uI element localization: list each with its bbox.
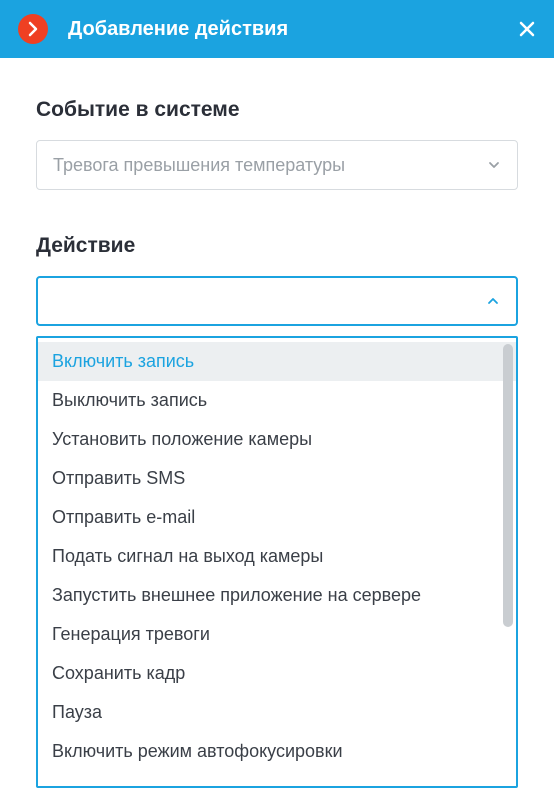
dialog-title: Добавление действия [68, 18, 288, 41]
action-option[interactable]: Установить положение камеры [38, 420, 516, 459]
action-label: Действие [36, 234, 518, 258]
action-dropdown: Включить записьВыключить записьУстановит… [36, 336, 518, 788]
action-option[interactable]: Пауза [38, 693, 516, 732]
event-select[interactable]: Тревога превышения температуры [36, 140, 518, 190]
close-icon [518, 20, 536, 38]
action-option[interactable]: Сохранить кадр [38, 654, 516, 693]
action-select[interactable] [36, 276, 518, 326]
action-option[interactable]: Отправить SMS [38, 459, 516, 498]
header-icon [18, 14, 48, 44]
action-option[interactable]: Включить запись [38, 342, 516, 381]
chevron-right-icon [25, 21, 41, 37]
action-option[interactable]: Подать сигнал на выход камеры [38, 537, 516, 576]
action-option[interactable]: Включить режим автофокусировки [38, 732, 516, 771]
action-option[interactable]: Запустить внешнее приложение на сервере [38, 576, 516, 615]
event-label: Событие в системе [36, 98, 518, 122]
dialog-header: Добавление действия [0, 0, 554, 58]
action-option[interactable]: Включить омыватель [38, 771, 516, 782]
scrollbar-thumb[interactable] [503, 344, 513, 627]
close-button[interactable] [518, 20, 536, 38]
scrollbar[interactable] [503, 344, 513, 780]
action-option[interactable]: Отправить e-mail [38, 498, 516, 537]
event-select-value: Тревога превышения температуры [53, 155, 487, 176]
action-option[interactable]: Генерация тревоги [38, 615, 516, 654]
chevron-up-icon [486, 294, 500, 308]
action-dropdown-list: Включить записьВыключить записьУстановит… [38, 342, 516, 782]
dialog-body: Событие в системе Тревога превышения тем… [0, 58, 554, 788]
chevron-down-icon [487, 158, 501, 172]
action-option[interactable]: Выключить запись [38, 381, 516, 420]
